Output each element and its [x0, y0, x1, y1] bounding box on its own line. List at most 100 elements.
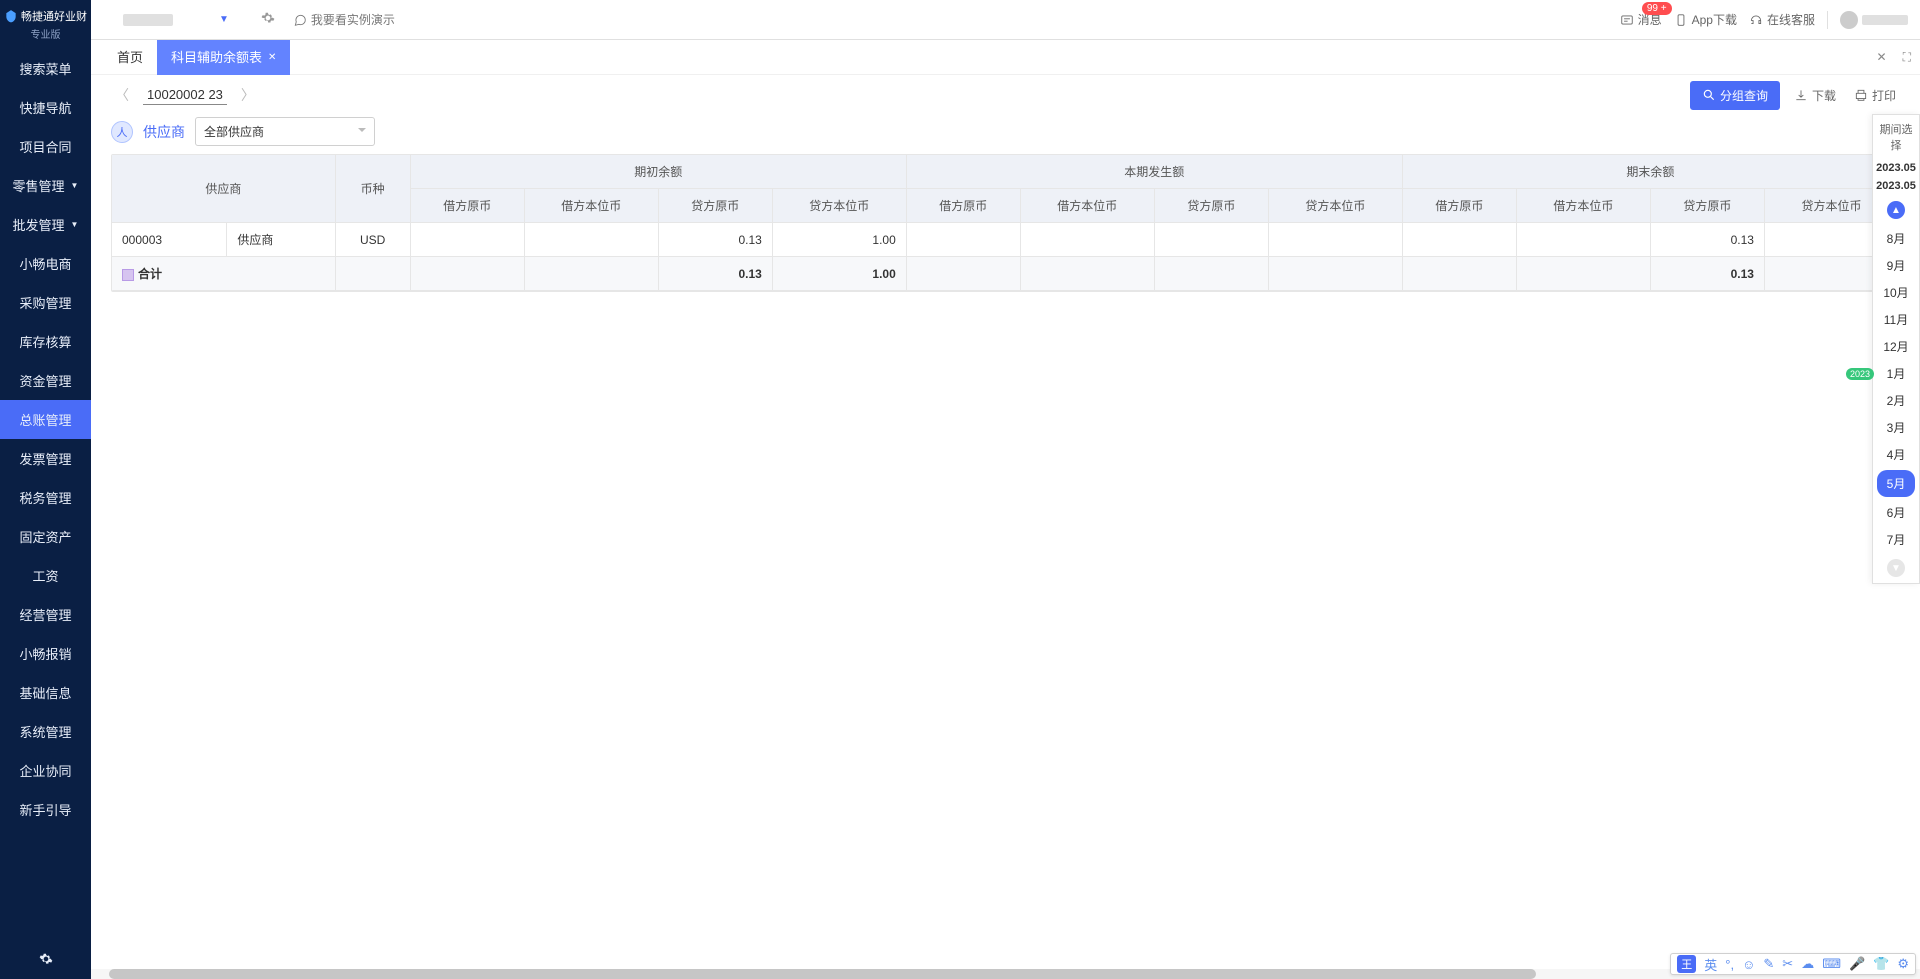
phone-icon [1674, 13, 1688, 27]
ime-settings-icon[interactable]: ⚙ [1897, 956, 1909, 972]
logo-icon [4, 9, 18, 23]
period-scroll-up[interactable]: ▲ [1887, 201, 1905, 219]
ime-engine-icon[interactable]: 王 [1677, 955, 1696, 973]
horizontal-scrollbar[interactable] [91, 969, 1920, 979]
headset-icon [1749, 13, 1763, 27]
nav-item-4[interactable]: 批发管理▼ [0, 205, 91, 244]
print-icon [1854, 88, 1868, 102]
period-month[interactable]: 12月 [1873, 333, 1919, 360]
nav-item-6[interactable]: 采购管理 [0, 283, 91, 322]
nav-item-1[interactable]: 快捷导航 [0, 88, 91, 127]
messages-button[interactable]: 消息 99 + [1620, 11, 1662, 28]
org-settings-icon[interactable] [261, 11, 275, 28]
demo-link[interactable]: 我要看实例演示 [293, 11, 395, 28]
nav-item-3[interactable]: 零售管理▼ [0, 166, 91, 205]
nav-item-19[interactable]: 新手引导 [0, 790, 91, 829]
ime-cloud-icon[interactable]: ☁ [1801, 956, 1814, 972]
nav-item-12[interactable]: 固定资产 [0, 517, 91, 556]
ime-scissors-icon[interactable]: ✂ [1782, 956, 1793, 972]
supplier-label: 供应商 [143, 122, 185, 142]
nav-item-0[interactable]: 搜索菜单 [0, 49, 91, 88]
period-month[interactable]: 4月 [1873, 441, 1919, 468]
chevron-down-icon: ▼ [71, 181, 79, 190]
nav-item-11[interactable]: 税务管理 [0, 478, 91, 517]
org-name-masked [123, 14, 173, 26]
ime-mic-icon[interactable]: 🎤 [1849, 956, 1865, 972]
ime-punct-icon[interactable]: °, [1725, 957, 1734, 972]
ime-keyboard-icon[interactable]: ⌨ [1822, 956, 1841, 972]
support-button[interactable]: 在线客服 [1749, 11, 1815, 28]
total-icon [122, 269, 134, 281]
period-month[interactable]: 6月 [1873, 499, 1919, 526]
period-month[interactable]: 2月 [1873, 387, 1919, 414]
ime-lang[interactable]: 英 [1704, 955, 1717, 974]
user-name-masked [1862, 15, 1908, 25]
topbar: ▼ 我要看实例演示 消息 99 + App下载 在线客服 [91, 0, 1920, 40]
period-panel: 期间选择 2023.05 2023.05 ▲ 8月9月10月11月12月1月20… [1872, 114, 1920, 584]
nav-item-15[interactable]: 小畅报销 [0, 634, 91, 673]
period-month[interactable]: 10月 [1873, 279, 1919, 306]
table-row[interactable]: 000003 供应商 USD 0.13 1.00 0.13 [112, 223, 1899, 257]
col-supplier: 供应商 [112, 155, 335, 223]
ime-skin-icon[interactable]: 👕 [1873, 956, 1889, 972]
period-month[interactable]: 11月 [1873, 306, 1919, 333]
chat-icon [293, 13, 307, 27]
logo-sub: 专业版 [4, 26, 87, 41]
nav-item-14[interactable]: 经营管理 [0, 595, 91, 634]
nav-item-17[interactable]: 系统管理 [0, 712, 91, 751]
fullscreen-button[interactable]: ⛶ [1900, 47, 1914, 68]
tab-current[interactable]: 科目辅助余额表 ✕ [157, 40, 290, 75]
nav: 搜索菜单快捷导航项目合同零售管理▼批发管理▼小畅电商采购管理库存核算资金管理总账… [0, 49, 91, 942]
sidebar: 畅捷通好业财 专业版 搜索菜单快捷导航项目合同零售管理▼批发管理▼小畅电商采购管… [0, 0, 91, 979]
next-account-button[interactable]: 〉 [237, 85, 259, 105]
download-icon [1794, 88, 1808, 102]
nav-item-8[interactable]: 资金管理 [0, 361, 91, 400]
search-icon [1702, 88, 1716, 102]
close-tab-button[interactable]: ✕ [1874, 47, 1890, 68]
balance-table: 供应商 币种 期初余额 本期发生额 期末余额 借方原币 借方本位币 贷方原币 贷… [111, 154, 1900, 292]
period-to[interactable]: 2023.05 [1873, 177, 1919, 195]
supplier-badge-icon: 人 [111, 121, 133, 143]
nav-item-7[interactable]: 库存核算 [0, 322, 91, 361]
main: ▼ 我要看实例演示 消息 99 + App下载 在线客服 [91, 0, 1920, 979]
table-total-row: 合计 0.13 1.00 0.13 [112, 257, 1899, 291]
nav-item-10[interactable]: 发票管理 [0, 439, 91, 478]
tab-home[interactable]: 首页 [103, 40, 157, 75]
col-opening: 期初余额 [410, 155, 906, 189]
col-currency: 币种 [335, 155, 410, 223]
ime-edit-icon[interactable]: ✎ [1763, 956, 1774, 972]
app-download-button[interactable]: App下载 [1674, 11, 1737, 28]
ime-toolbar[interactable]: 王 英 °, ☺ ✎ ✂ ☁ ⌨ 🎤 👕 ⚙ [1670, 953, 1916, 975]
period-title: 期间选择 [1873, 115, 1919, 159]
period-month[interactable]: 8月 [1873, 225, 1919, 252]
nav-item-2[interactable]: 项目合同 [0, 127, 91, 166]
period-month[interactable]: 9月 [1873, 252, 1919, 279]
col-period: 本期发生额 [906, 155, 1402, 189]
group-query-button[interactable]: 分组查询 [1690, 81, 1780, 110]
supplier-select[interactable]: 全部供应商 [195, 117, 375, 146]
logo-name: 畅捷通好业财 [21, 8, 87, 24]
period-month[interactable]: 3月 [1873, 414, 1919, 441]
nav-item-5[interactable]: 小畅电商 [0, 244, 91, 283]
nav-item-16[interactable]: 基础信息 [0, 673, 91, 712]
period-scroll-down[interactable]: ▼ [1887, 559, 1905, 577]
period-month[interactable]: 5月 [1877, 470, 1915, 497]
period-month[interactable]: 7月 [1873, 526, 1919, 553]
ime-emoji-icon[interactable]: ☺ [1742, 957, 1755, 972]
nav-item-18[interactable]: 企业协同 [0, 751, 91, 790]
account-code[interactable]: 10020002 23 [143, 85, 227, 105]
messages-badge: 99 + [1642, 2, 1672, 15]
close-icon[interactable]: ✕ [268, 40, 276, 75]
download-button[interactable]: 下载 [1790, 87, 1840, 104]
period-from[interactable]: 2023.05 [1873, 159, 1919, 177]
period-month[interactable]: 1月2023 [1873, 360, 1919, 387]
filter-row: 人 供应商 全部供应商 [91, 115, 1920, 154]
chevron-down-icon: ▼ [219, 14, 229, 25]
nav-item-13[interactable]: 工资 [0, 556, 91, 595]
nav-item-9[interactable]: 总账管理 [0, 400, 91, 439]
org-selector[interactable]: ▼ [103, 14, 249, 26]
settings-gear-button[interactable] [0, 942, 91, 979]
prev-account-button[interactable]: 〈 [111, 85, 133, 105]
user-menu[interactable] [1840, 11, 1908, 29]
print-button[interactable]: 打印 [1850, 87, 1900, 104]
